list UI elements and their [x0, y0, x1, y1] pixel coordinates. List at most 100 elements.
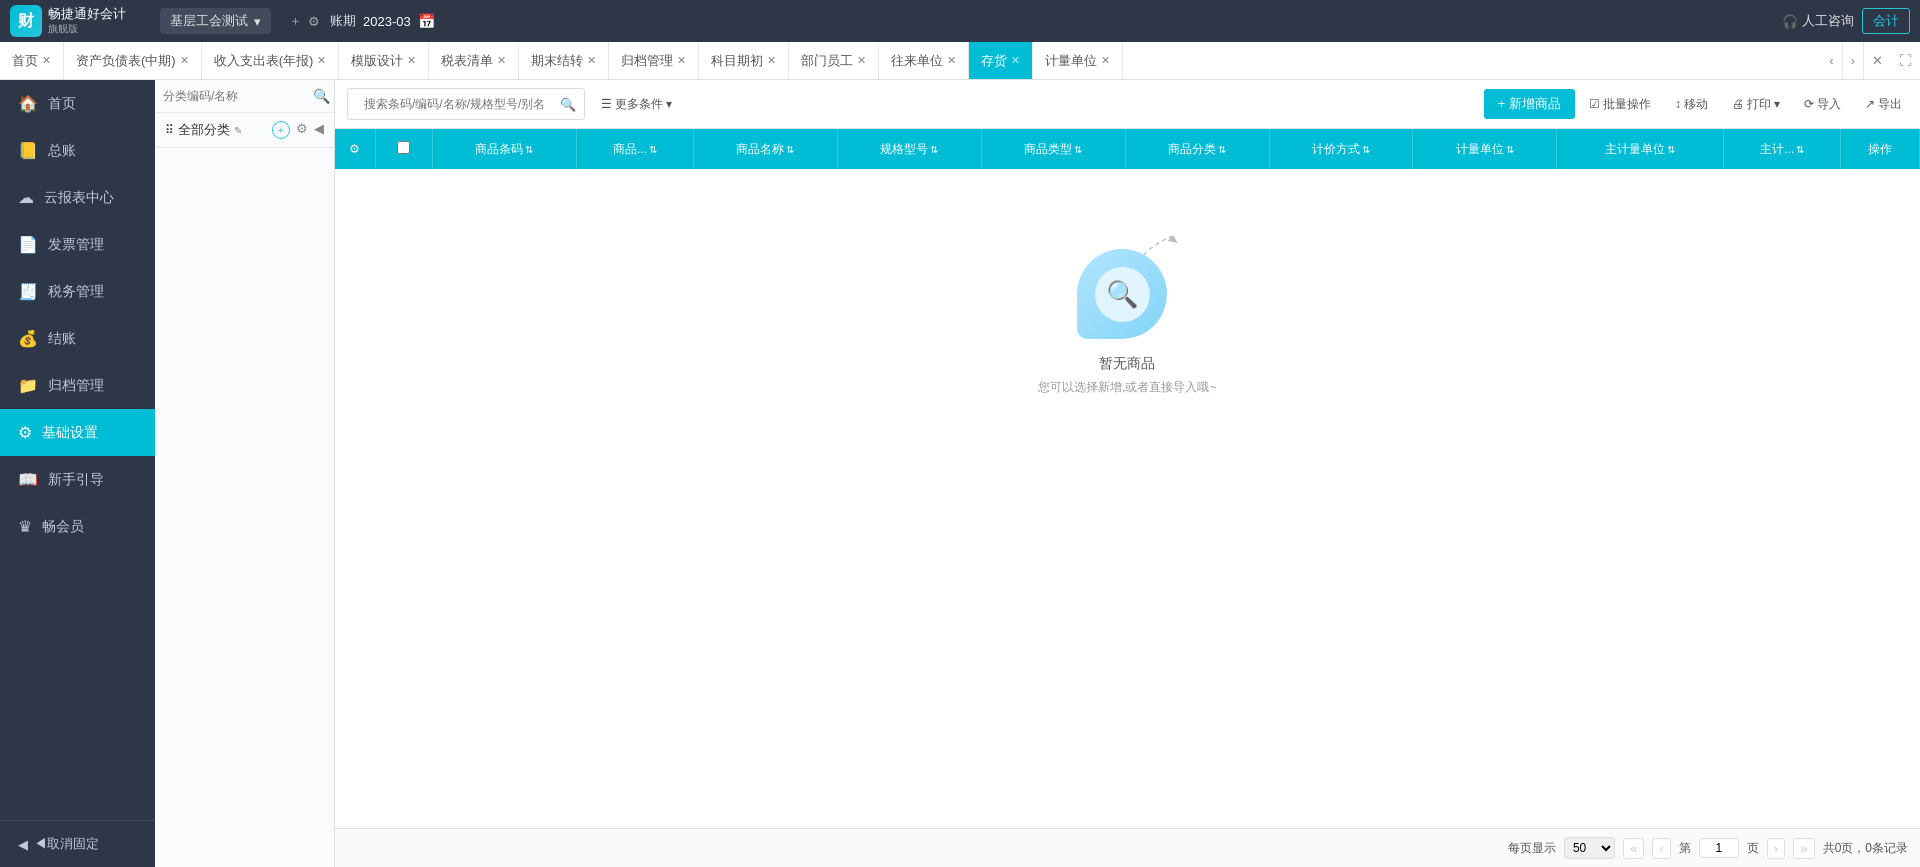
category-settings-icon[interactable]: ⚙ [296, 121, 308, 139]
category-search-input[interactable] [163, 89, 313, 103]
col-header-3[interactable]: 商品...⇅ [576, 129, 693, 169]
tab-close-8[interactable]: ✕ [857, 54, 866, 67]
tab-item-9[interactable]: 往来单位✕ [879, 42, 969, 80]
first-page-btn[interactable]: « [1623, 838, 1644, 859]
col-header-5[interactable]: 规格型号⇅ [837, 129, 981, 169]
sidebar-item-畅会员[interactable]: ♛畅会员 [0, 503, 155, 550]
sidebar-item-归档管理[interactable]: 📁归档管理 [0, 362, 155, 409]
sidebar-bottom-pin[interactable]: ◀ ◀取消固定 [0, 820, 155, 867]
category-collapse-icon[interactable]: ◀ [314, 121, 324, 139]
category-add-icon[interactable]: + [272, 121, 290, 139]
empty-illustration: 🔍 [1067, 229, 1187, 339]
col-header-6[interactable]: 商品类型⇅ [981, 129, 1125, 169]
tab-close-11[interactable]: ✕ [1101, 54, 1110, 67]
sidebar-item-发票管理[interactable]: 📄发票管理 [0, 221, 155, 268]
edit-icon: ✎ [234, 125, 242, 136]
sidebar-item-基础设置[interactable]: ⚙基础设置 [0, 409, 155, 456]
next-page-btn[interactable]: › [1767, 838, 1785, 859]
sidebar-item-云报表中心[interactable]: ☁云报表中心 [0, 174, 155, 221]
all-category-label[interactable]: 全部分类 [178, 121, 230, 139]
tab-item-3[interactable]: 模版设计 ✕ [339, 42, 429, 80]
add-product-btn[interactable]: + 新增商品 [1484, 89, 1575, 119]
add-tab-icon[interactable]: ＋ [289, 12, 302, 30]
sidebar-label-2: 云报表中心 [44, 189, 114, 207]
sort-icon: ⇅ [649, 144, 657, 155]
tab-close-6[interactable]: ✕ [677, 54, 686, 67]
per-page-select[interactable]: 50 20 100 [1564, 837, 1615, 859]
col-header-7[interactable]: 商品分类⇅ [1125, 129, 1269, 169]
batch-btn[interactable]: ☑ 批量操作 [1583, 92, 1657, 117]
workspace-selector[interactable]: 基层工会测试 ▾ [160, 8, 271, 34]
empty-title: 暂无商品 [1099, 355, 1155, 373]
tab-item-2[interactable]: 收入支出表(年报)✕ [202, 42, 340, 80]
tab-scroll-right[interactable]: › [1843, 42, 1864, 80]
sidebar-item-税务管理[interactable]: 🧾税务管理 [0, 268, 155, 315]
select-all-checkbox[interactable] [397, 141, 410, 154]
sidebar-item-总账[interactable]: 📒总账 [0, 127, 155, 174]
category-search-icon[interactable]: 🔍 [313, 88, 330, 104]
tab-item-7[interactable]: 科目期初✕ [699, 42, 789, 80]
tab-close-2[interactable]: ✕ [317, 54, 326, 67]
rengong-btn[interactable]: 🎧 人工咨询 [1782, 12, 1854, 30]
product-search-input[interactable] [356, 93, 556, 115]
print-icon: 🖨 [1732, 97, 1744, 111]
page-input[interactable] [1699, 838, 1739, 858]
tab-expand[interactable]: ⛶ [1891, 42, 1920, 80]
tab-item-6[interactable]: 归档管理✕ [609, 42, 699, 80]
tab-scroll-left[interactable]: ‹ [1821, 42, 1842, 80]
tab-label: 模版设计 [351, 52, 403, 70]
sidebar-icon-5: 💰 [18, 329, 38, 348]
sort-icon: ⇅ [930, 144, 938, 155]
tab-item-0[interactable]: 首页✕ [0, 42, 64, 80]
prev-page-btn[interactable]: ‹ [1652, 838, 1670, 859]
import-btn[interactable]: ⟳ 导入 [1798, 92, 1847, 117]
tab-close-1[interactable]: ✕ [180, 54, 189, 67]
tab-label: 部门员工 [801, 52, 853, 70]
print-btn[interactable]: 🖨 打印 ▾ [1726, 92, 1786, 117]
col-header-1 [375, 129, 433, 169]
tab-item-5[interactable]: 期末结转 ✕ [519, 42, 609, 80]
last-page-btn[interactable]: » [1793, 838, 1814, 859]
tab-close-all[interactable]: ✕ [1864, 42, 1891, 80]
export-btn[interactable]: ↗ 导出 [1859, 92, 1908, 117]
per-page-label: 每页显示 [1508, 840, 1556, 857]
tab-label: 期末结转 [531, 52, 583, 70]
chevron-down-icon: ▾ [666, 97, 672, 111]
more-filter-btn[interactable]: ☰ 更多条件 ▾ [593, 92, 680, 117]
col-header-2[interactable]: 商品条码⇅ [433, 129, 577, 169]
sidebar-item-首页[interactable]: 🏠 首页 [0, 80, 155, 127]
col-header-8[interactable]: 计价方式⇅ [1269, 129, 1413, 169]
tab-close-7[interactable]: ✕ [767, 54, 776, 67]
tab-item-11[interactable]: 计量单位✕ [1033, 42, 1123, 80]
col-header-10[interactable]: 主计量单位⇅ [1557, 129, 1724, 169]
col-header-11[interactable]: 主计...⇅ [1724, 129, 1841, 169]
kuaiji-btn[interactable]: 会计 [1862, 8, 1910, 34]
tab-close-4[interactable]: ✕ [497, 54, 506, 67]
tab-item-1[interactable]: 资产负债表(中期) ✕ [64, 42, 202, 80]
sidebar-item-结账[interactable]: 💰结账 [0, 315, 155, 362]
total-info: 共0页，0条记录 [1823, 840, 1908, 857]
category-header: ⠿ 全部分类 ✎ + ⚙ ◀ [155, 113, 334, 148]
tab-close-9[interactable]: ✕ [947, 54, 956, 67]
sort-icon: ⇅ [1506, 144, 1514, 155]
sidebar-item-新手引导[interactable]: 📖新手引导 [0, 456, 155, 503]
sidebar-icon-1: 📒 [18, 141, 38, 160]
print-chevron: ▾ [1774, 97, 1780, 111]
tab-close-0[interactable]: ✕ [42, 54, 51, 67]
settings-icon[interactable]: ⚙ [308, 14, 320, 29]
sidebar-icon-0: 🏠 [18, 94, 38, 113]
product-search-icon[interactable]: 🔍 [560, 97, 576, 112]
col-header-9[interactable]: 计量单位⇅ [1413, 129, 1557, 169]
col-header-4[interactable]: 商品名称⇅ [693, 129, 837, 169]
tab-item-8[interactable]: 部门员工 ✕ [789, 42, 879, 80]
tab-item-4[interactable]: 税表清单✕ [429, 42, 519, 80]
sidebar-label-0: 首页 [48, 95, 76, 113]
tab-close-10[interactable]: ✕ [1011, 54, 1020, 67]
tab-label: 资产负债表(中期) [76, 52, 176, 70]
calendar-icon[interactable]: 📅 [418, 13, 435, 29]
tab-item-10[interactable]: 存货✕ [969, 42, 1033, 80]
move-btn[interactable]: ↕ 移动 [1669, 92, 1714, 117]
tab-close-5[interactable]: ✕ [587, 54, 596, 67]
product-search-box: 🔍 [347, 88, 585, 120]
tab-close-3[interactable]: ✕ [407, 54, 416, 67]
